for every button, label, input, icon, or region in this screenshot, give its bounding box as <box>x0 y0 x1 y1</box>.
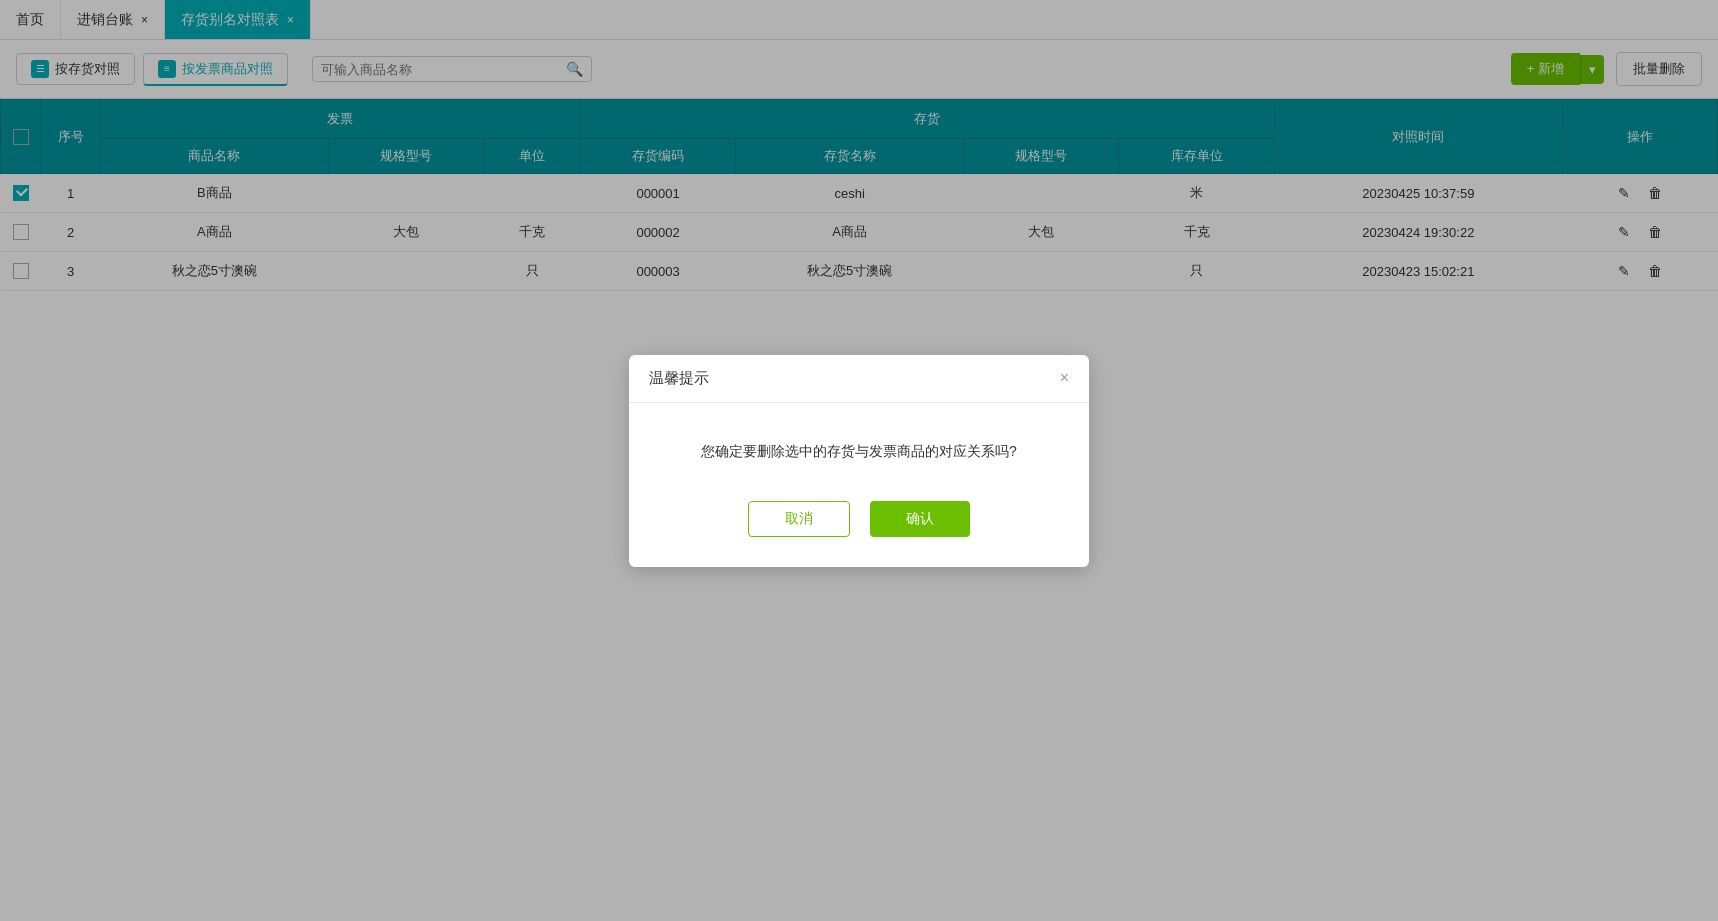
btn-confirm[interactable]: 确认 <box>870 501 970 537</box>
dialog-header: 温馨提示 × <box>629 355 1089 403</box>
dialog-body: 您确定要删除选中的存货与发票商品的对应关系吗? <box>629 403 1089 491</box>
dialog-title: 温馨提示 <box>649 369 709 388</box>
dialog-footer: 取消 确认 <box>629 491 1089 567</box>
dialog-overlay: 温馨提示 × 您确定要删除选中的存货与发票商品的对应关系吗? 取消 确认 <box>0 0 1718 921</box>
dialog-message: 您确定要删除选中的存货与发票商品的对应关系吗? <box>701 443 1017 459</box>
confirm-dialog: 温馨提示 × 您确定要删除选中的存货与发票商品的对应关系吗? 取消 确认 <box>629 355 1089 567</box>
dialog-close-icon[interactable]: × <box>1060 369 1069 387</box>
btn-cancel[interactable]: 取消 <box>748 501 850 537</box>
